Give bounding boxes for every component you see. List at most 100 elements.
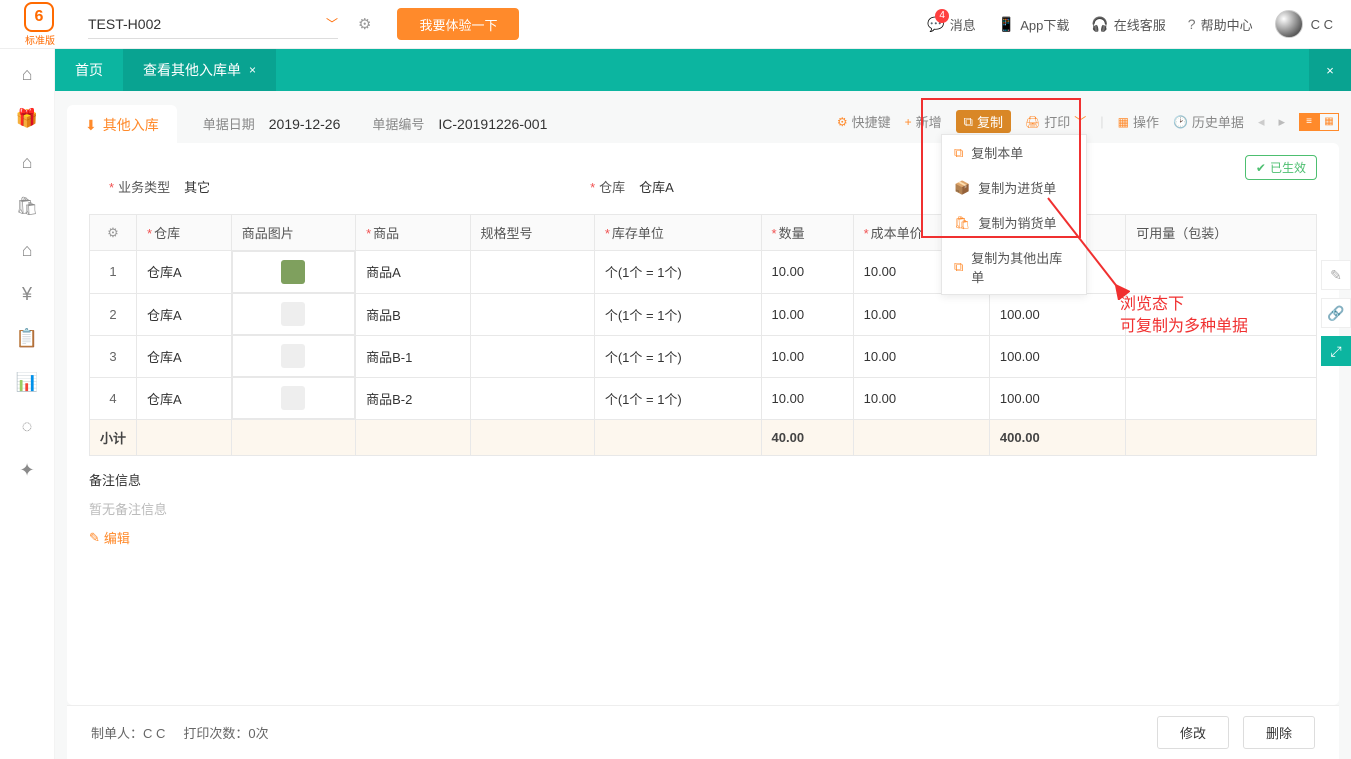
table-row[interactable]: 2仓库A商品B个(1个 = 1个)10.0010.00100.00: [90, 293, 1317, 335]
grid-icon: ▦: [1118, 115, 1129, 129]
row-wh: 仓库A: [137, 293, 232, 335]
no-value: IC-20191226-001: [438, 116, 547, 132]
download-button[interactable]: 📱 App下载: [998, 15, 1070, 34]
company-select[interactable]: TEST-H002 ﹀: [88, 9, 338, 39]
copy-icon: ⧉: [964, 114, 973, 130]
row-qty: 10.00: [761, 251, 853, 294]
shortcut-button[interactable]: ⚙快捷键: [837, 112, 891, 131]
copy-this-item[interactable]: ⧉复制本单: [942, 135, 1086, 170]
table-row[interactable]: 4仓库A商品B-2个(1个 = 1个)10.0010.00100.00: [90, 377, 1317, 420]
copy-as-sales-item[interactable]: 🛍复制为销货单: [942, 205, 1086, 240]
row-unit: 个(1个 = 1个): [594, 335, 761, 377]
row-price: 10.00: [853, 335, 989, 377]
biz-label: 业务类型: [118, 180, 170, 195]
row-price: 10.00: [853, 293, 989, 335]
sidebar-bag-icon[interactable]: 🛍: [16, 195, 38, 217]
rail-note-icon[interactable]: ✎: [1321, 260, 1351, 290]
tab-view-inbound[interactable]: 查看其他入库单 ×: [123, 49, 276, 91]
history-button[interactable]: 🕑历史单据: [1173, 112, 1244, 131]
user-menu[interactable]: C C: [1275, 10, 1333, 38]
close-icon[interactable]: ×: [249, 63, 256, 77]
table-row[interactable]: 1仓库A商品A个(1个 = 1个)10.0010.00100.00: [90, 251, 1317, 294]
print-button[interactable]: 🖨打印﹀: [1025, 112, 1086, 131]
row-num: 1: [90, 251, 137, 294]
subtotal-row: 小计40.00400.00: [90, 420, 1317, 456]
out-icon: ⧉: [954, 259, 963, 275]
row-num: 3: [90, 335, 137, 377]
edit-remarks-button[interactable]: ✎ 编辑: [89, 528, 1317, 547]
row-unit: 个(1个 = 1个): [594, 251, 761, 294]
maker-value: C C: [143, 726, 165, 741]
print-icon: 🖨: [1025, 115, 1040, 129]
row-avail: [1126, 293, 1317, 335]
messages-button[interactable]: 💬 消息 4: [927, 15, 975, 34]
row-unit: 个(1个 = 1个): [594, 377, 761, 420]
copy-as-outbound-item[interactable]: ⧉复制为其他出库单: [942, 240, 1086, 294]
row-qty: 10.00: [761, 293, 853, 335]
remarks-title: 备注信息: [89, 470, 1317, 489]
chevron-down-icon: ﹀: [1074, 113, 1086, 130]
row-amount: 100.00: [989, 335, 1125, 377]
sidebar-gift-icon[interactable]: 🎁: [16, 107, 38, 129]
next-icon[interactable]: ▸: [1278, 114, 1285, 130]
no-label: 单据编号: [372, 114, 424, 133]
copy-dropdown: ⧉复制本单 📦复制为进货单 🛍复制为销货单 ⧉复制为其他出库单: [941, 134, 1087, 295]
sidebar-report-icon[interactable]: 📊: [16, 371, 38, 393]
copy-as-purchase-item[interactable]: 📦复制为进货单: [942, 170, 1086, 205]
row-spec: [470, 293, 594, 335]
sidebar-home-icon[interactable]: ⌂: [16, 63, 38, 85]
try-button[interactable]: 我要体验一下: [397, 8, 519, 40]
table-row[interactable]: 3仓库A商品B-1个(1个 = 1个)10.0010.00100.00: [90, 335, 1317, 377]
chevron-down-icon: ﹀: [326, 15, 338, 32]
row-wh: 仓库A: [137, 377, 232, 420]
row-spec: [470, 251, 594, 294]
doc-icon: ⧉: [954, 145, 963, 161]
row-prod: 商品B: [356, 293, 470, 335]
form-row: *业务类型其它 *仓库仓库A: [109, 177, 1317, 196]
sidebar-house-icon[interactable]: ⌂: [16, 151, 38, 173]
cart-icon: 🛍: [954, 215, 971, 231]
row-num: 4: [90, 377, 137, 420]
sidebar-money-icon[interactable]: ¥: [16, 283, 38, 305]
sidebar-doc-icon[interactable]: 📋: [16, 327, 38, 349]
phone-icon: 📱: [998, 16, 1015, 33]
row-prod: 商品B-1: [356, 335, 470, 377]
tabs-close-all[interactable]: ×: [1309, 49, 1351, 91]
gear-icon[interactable]: ⚙: [358, 15, 371, 33]
card: ✔ 已生效 *业务类型其它 *仓库仓库A ⚙ *仓库 商品图片: [67, 143, 1339, 705]
service-button[interactable]: 🎧 在线客服: [1091, 15, 1165, 34]
gear-col-icon[interactable]: ⚙: [90, 215, 137, 251]
new-button[interactable]: +新增: [905, 112, 942, 131]
items-table: ⚙ *仓库 商品图片 *商品 规格型号 *库存单位 *数量 *成本单价 *成本金…: [89, 214, 1317, 456]
copy-button[interactable]: ⧉ 复制: [956, 110, 1011, 133]
row-qty: 10.00: [761, 335, 853, 377]
row-qty: 10.00: [761, 377, 853, 420]
inbound-icon: ⬇: [85, 117, 97, 134]
modify-button[interactable]: 修改: [1157, 716, 1229, 749]
check-icon: ✔: [1256, 161, 1266, 175]
row-spec: [470, 335, 594, 377]
biz-value: 其它: [184, 180, 210, 195]
prev-icon[interactable]: ◂: [1258, 114, 1265, 130]
rail-link-icon[interactable]: 🔗: [1321, 298, 1351, 328]
remarks-placeholder: 暂无备注信息: [89, 499, 1317, 518]
company-name: TEST-H002: [88, 16, 161, 32]
messages-badge: 4: [935, 9, 949, 23]
view-grid-icon[interactable]: ▦: [1319, 113, 1339, 131]
delete-button[interactable]: 删除: [1243, 716, 1315, 749]
sidebar-warehouse-icon[interactable]: ⌂: [16, 239, 38, 261]
top-bar: 6 标准版 TEST-H002 ﹀ ⚙ 我要体验一下 💬 消息 4 📱 App下…: [0, 0, 1351, 49]
tab-bar: 首页 查看其他入库单 × ×: [55, 49, 1351, 91]
logo[interactable]: 6 标准版: [18, 2, 60, 47]
tab-home[interactable]: 首页: [55, 49, 123, 91]
wh-value: 仓库A: [639, 180, 674, 195]
row-spec: [470, 377, 594, 420]
help-button[interactable]: ? 帮助中心: [1188, 15, 1253, 34]
view-list-icon[interactable]: ≡: [1299, 113, 1319, 131]
sidebar-new-icon[interactable]: ✦: [16, 459, 38, 481]
row-thumb: [232, 251, 355, 293]
ops-button[interactable]: ▦操作: [1118, 112, 1159, 131]
view-toggle: ≡ ▦: [1299, 113, 1339, 131]
rail-expand-icon[interactable]: ⤢: [1321, 336, 1351, 366]
sidebar-sync-icon[interactable]: ◌: [16, 415, 38, 437]
